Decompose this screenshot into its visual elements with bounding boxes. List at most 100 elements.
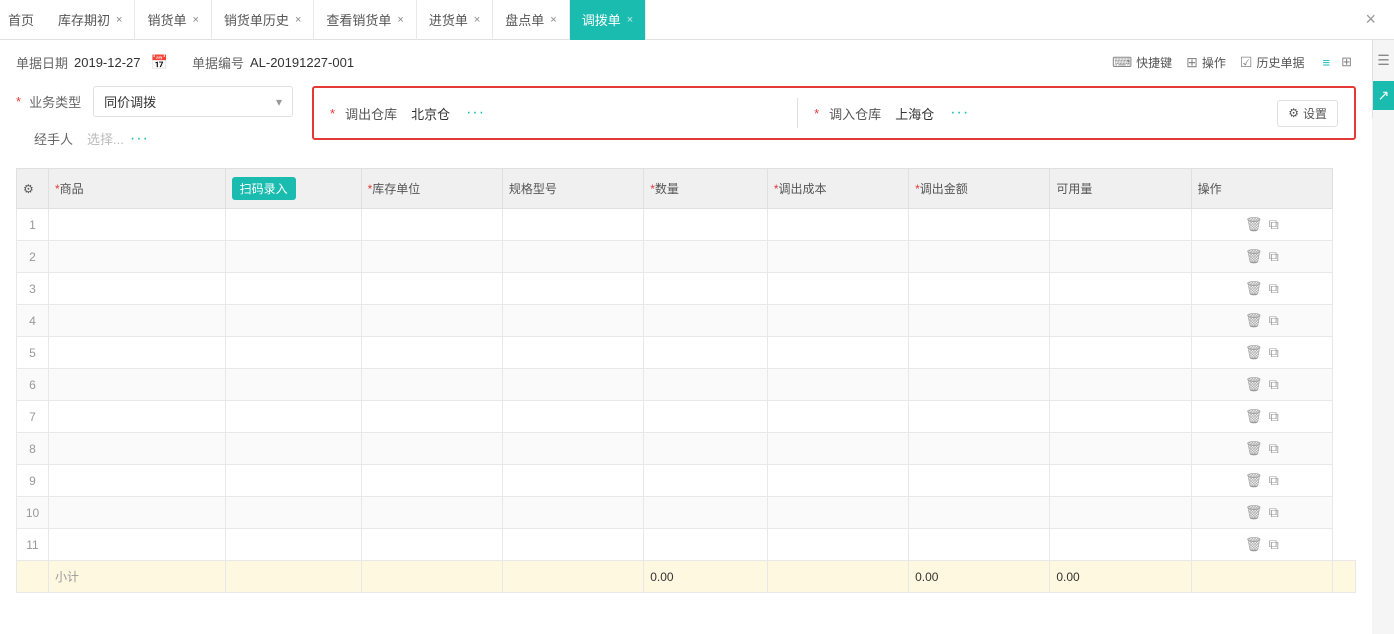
delete-icon[interactable]: 🗑: [1245, 344, 1263, 361]
cost-cell[interactable]: [767, 401, 908, 433]
copy-icon[interactable]: ⧉: [1269, 472, 1279, 489]
history-button[interactable]: ☑ 历史单据: [1240, 54, 1305, 71]
copy-icon[interactable]: ⧉: [1269, 344, 1279, 361]
delete-icon[interactable]: 🗑: [1245, 536, 1263, 553]
product-cell[interactable]: [49, 529, 226, 561]
spec-cell[interactable]: [502, 273, 643, 305]
qty-cell[interactable]: [644, 241, 768, 273]
qty-cell[interactable]: [644, 465, 768, 497]
tab-sales-order[interactable]: 销货单 ×: [135, 0, 211, 40]
spec-cell[interactable]: [502, 529, 643, 561]
qty-cell[interactable]: [644, 209, 768, 241]
qty-cell[interactable]: [644, 273, 768, 305]
cost-cell[interactable]: [767, 209, 908, 241]
unit-cell[interactable]: [361, 465, 502, 497]
delete-icon[interactable]: 🗑: [1245, 408, 1263, 425]
business-type-select[interactable]: 同价调拨 ▾: [93, 86, 293, 117]
spec-cell[interactable]: [502, 465, 643, 497]
tab-purchase-order[interactable]: 进货单 ×: [417, 0, 493, 40]
amount-cell[interactable]: [909, 401, 1050, 433]
in-warehouse-more-icon[interactable]: ···: [950, 104, 969, 122]
cost-cell[interactable]: [767, 465, 908, 497]
tab-home[interactable]: 首页: [8, 0, 46, 40]
amount-cell[interactable]: [909, 465, 1050, 497]
qty-cell[interactable]: [644, 305, 768, 337]
qty-cell[interactable]: [644, 497, 768, 529]
unit-cell[interactable]: [361, 305, 502, 337]
cost-cell[interactable]: [767, 337, 908, 369]
grid-tile-icon[interactable]: ⊞: [1337, 52, 1356, 72]
tab-transfer-order[interactable]: 调拨单 ×: [570, 0, 646, 40]
amount-cell[interactable]: [909, 369, 1050, 401]
spec-cell[interactable]: [502, 497, 643, 529]
amount-cell[interactable]: [909, 305, 1050, 337]
amount-cell[interactable]: [909, 433, 1050, 465]
amount-cell[interactable]: [909, 209, 1050, 241]
unit-cell[interactable]: [361, 529, 502, 561]
delete-icon[interactable]: 🗑: [1245, 312, 1263, 329]
tab-inventory-init[interactable]: 库存期初 ×: [46, 0, 135, 40]
close-icon[interactable]: ×: [627, 14, 633, 26]
copy-icon[interactable]: ⧉: [1269, 440, 1279, 457]
amount-cell[interactable]: [909, 337, 1050, 369]
product-cell[interactable]: [49, 369, 226, 401]
cost-cell[interactable]: [767, 241, 908, 273]
delete-icon[interactable]: 🗑: [1245, 504, 1263, 521]
amount-cell[interactable]: [909, 529, 1050, 561]
close-icon[interactable]: ×: [116, 14, 122, 26]
product-cell[interactable]: [49, 497, 226, 529]
close-icon[interactable]: ×: [474, 14, 480, 26]
spec-cell[interactable]: [502, 305, 643, 337]
col-settings-header[interactable]: ⚙: [17, 169, 49, 209]
unit-cell[interactable]: [361, 209, 502, 241]
close-icon[interactable]: ×: [192, 14, 198, 26]
grid-list-icon[interactable]: ≡: [1319, 53, 1335, 72]
amount-cell[interactable]: [909, 497, 1050, 529]
close-icon[interactable]: ×: [295, 14, 301, 26]
copy-icon[interactable]: ⧉: [1269, 312, 1279, 329]
copy-icon[interactable]: ⧉: [1269, 280, 1279, 297]
unit-cell[interactable]: [361, 369, 502, 401]
delete-icon[interactable]: 🗑: [1245, 280, 1263, 297]
copy-icon[interactable]: ⧉: [1269, 216, 1279, 233]
unit-cell[interactable]: [361, 241, 502, 273]
unit-cell[interactable]: [361, 337, 502, 369]
cost-cell[interactable]: [767, 273, 908, 305]
product-cell[interactable]: [49, 273, 226, 305]
delete-icon[interactable]: 🗑: [1245, 216, 1263, 233]
tab-view-sales[interactable]: 查看销货单 ×: [314, 0, 416, 40]
qty-cell[interactable]: [644, 337, 768, 369]
delete-icon[interactable]: 🗑: [1245, 376, 1263, 393]
copy-icon[interactable]: ⧉: [1269, 248, 1279, 265]
product-cell[interactable]: [49, 241, 226, 273]
settings-button[interactable]: ⚙ 设置: [1277, 100, 1338, 127]
amount-cell[interactable]: [909, 273, 1050, 305]
col-scan-header[interactable]: 扫码录入: [225, 169, 361, 209]
out-warehouse-more-icon[interactable]: ···: [466, 104, 485, 122]
spec-cell[interactable]: [502, 209, 643, 241]
product-cell[interactable]: [49, 401, 226, 433]
spec-cell[interactable]: [502, 369, 643, 401]
unit-cell[interactable]: [361, 273, 502, 305]
spec-cell[interactable]: [502, 241, 643, 273]
qty-cell[interactable]: [644, 529, 768, 561]
close-icon[interactable]: ×: [550, 14, 556, 26]
cost-cell[interactable]: [767, 497, 908, 529]
product-cell[interactable]: [49, 465, 226, 497]
shortcut-button[interactable]: ⌨ 快捷键: [1112, 54, 1172, 71]
sidebar-list-icon[interactable]: ☰: [1373, 48, 1394, 73]
cost-cell[interactable]: [767, 529, 908, 561]
handler-more-icon[interactable]: ···: [130, 130, 149, 148]
spec-cell[interactable]: [502, 433, 643, 465]
qty-cell[interactable]: [644, 401, 768, 433]
qty-cell[interactable]: [644, 369, 768, 401]
scan-entry-button[interactable]: 扫码录入: [232, 177, 296, 200]
operation-button[interactable]: ⊞ 操作: [1186, 54, 1226, 71]
delete-icon[interactable]: 🗑: [1245, 472, 1263, 489]
cost-cell[interactable]: [767, 433, 908, 465]
spec-cell[interactable]: [502, 401, 643, 433]
amount-cell[interactable]: [909, 241, 1050, 273]
product-cell[interactable]: [49, 433, 226, 465]
unit-cell[interactable]: [361, 497, 502, 529]
unit-cell[interactable]: [361, 433, 502, 465]
